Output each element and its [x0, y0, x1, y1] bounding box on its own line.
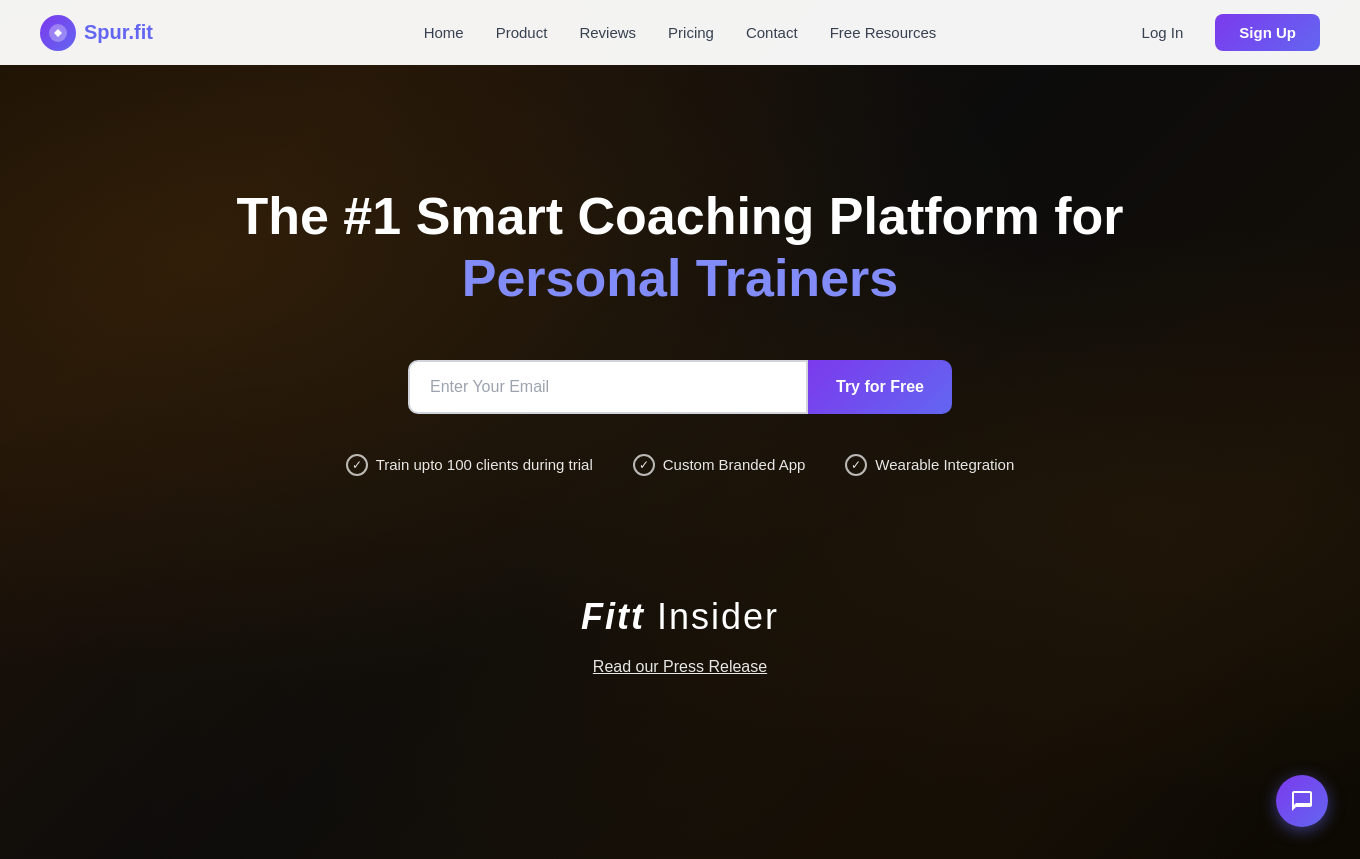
logo[interactable]: Spur.fit: [40, 15, 153, 51]
email-form: Try for Free: [408, 360, 952, 414]
navbar: Spur.fit Home Product Reviews Pricing Co…: [0, 0, 1360, 65]
feature-label-2: Wearable Integration: [875, 456, 1014, 473]
navbar-left: Spur.fit: [40, 15, 153, 51]
press-release-link[interactable]: Read our Press Release: [593, 658, 767, 676]
hero-section: The #1 Smart Coaching Platform for Perso…: [0, 65, 1360, 476]
logo-text: Spur.fit: [84, 21, 153, 44]
chat-icon: [1290, 789, 1314, 813]
navbar-right: Log In Sign Up: [1126, 14, 1320, 51]
nav-contact[interactable]: Contact: [746, 24, 798, 41]
nav-pricing[interactable]: Pricing: [668, 24, 714, 41]
hero-title: The #1 Smart Coaching Platform for Perso…: [230, 185, 1130, 310]
check-icon-1: ✓: [633, 454, 655, 476]
try-free-button[interactable]: Try for Free: [808, 360, 952, 414]
hero-title-highlight: Personal Trainers: [462, 249, 898, 307]
nav-links: Home Product Reviews Pricing Contact Fre…: [424, 24, 937, 41]
feature-badge-0: ✓ Train upto 100 clients during trial: [346, 454, 593, 476]
press-section: Fitt Insider Read our Press Release: [0, 596, 1360, 676]
fitt-insider-logo: Fitt Insider: [581, 596, 779, 638]
check-icon-0: ✓: [346, 454, 368, 476]
logo-icon: [40, 15, 76, 51]
nav-reviews[interactable]: Reviews: [579, 24, 636, 41]
feature-badge-2: ✓ Wearable Integration: [845, 454, 1014, 476]
nav-free-resources[interactable]: Free Resources: [830, 24, 937, 41]
feature-label-1: Custom Branded App: [663, 456, 806, 473]
fitt-text: Fitt: [581, 596, 645, 637]
email-input[interactable]: [408, 360, 808, 414]
hero-title-prefix: The #1 Smart Coaching Platform for: [236, 187, 1123, 245]
signup-button[interactable]: Sign Up: [1215, 14, 1320, 51]
nav-product[interactable]: Product: [496, 24, 548, 41]
login-button[interactable]: Log In: [1126, 16, 1200, 49]
feature-label-0: Train upto 100 clients during trial: [376, 456, 593, 473]
feature-badges: ✓ Train upto 100 clients during trial ✓ …: [346, 454, 1015, 476]
nav-home[interactable]: Home: [424, 24, 464, 41]
insider-text: Insider: [645, 596, 779, 637]
feature-badge-1: ✓ Custom Branded App: [633, 454, 806, 476]
chat-button[interactable]: [1276, 775, 1328, 827]
check-icon-2: ✓: [845, 454, 867, 476]
